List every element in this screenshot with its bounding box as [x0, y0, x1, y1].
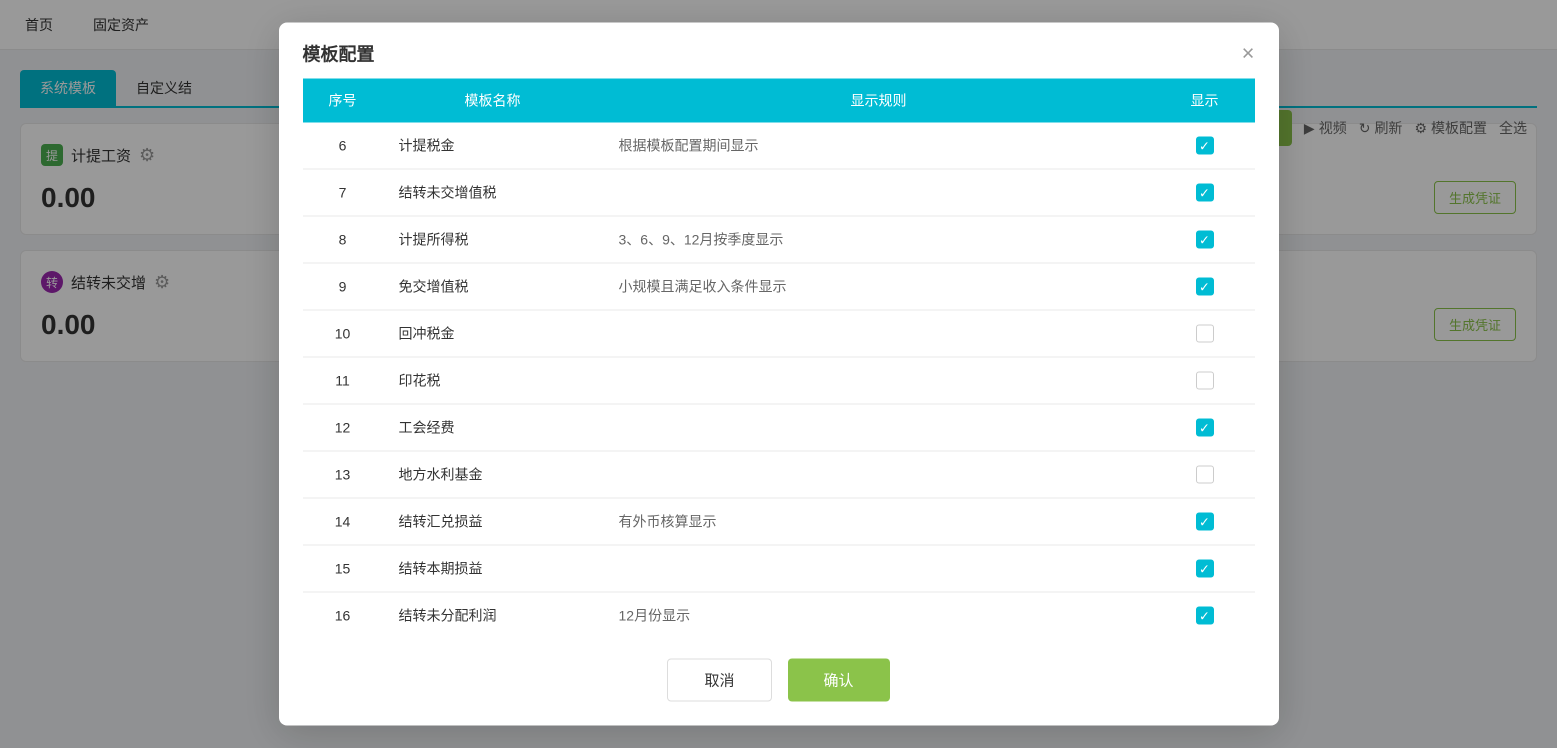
- cell-name: 结转汇兑损益: [383, 498, 603, 545]
- cell-seq: 7: [303, 169, 383, 216]
- cell-seq: 13: [303, 451, 383, 498]
- table-row: 9免交增值税小规模且满足收入条件显示: [303, 263, 1255, 310]
- cell-rule: [603, 169, 1155, 216]
- modal-body: 序号 模板名称 显示规则 显示 6计提税金根据模板配置期间显示7结转未交增值税8…: [279, 79, 1279, 639]
- checkbox-row-6[interactable]: [1196, 419, 1214, 437]
- checkbox-row-1[interactable]: [1196, 184, 1214, 202]
- cell-seq: 16: [303, 592, 383, 639]
- cell-name: 计提税金: [383, 123, 603, 170]
- cell-checkbox[interactable]: [1155, 216, 1255, 263]
- cell-checkbox[interactable]: [1155, 592, 1255, 639]
- cell-checkbox[interactable]: [1155, 545, 1255, 592]
- cell-seq: 14: [303, 498, 383, 545]
- cell-rule: [603, 404, 1155, 451]
- cell-rule: 有外币核算显示: [603, 498, 1155, 545]
- cell-checkbox[interactable]: [1155, 498, 1255, 545]
- table-row: 14结转汇兑损益有外币核算显示: [303, 498, 1255, 545]
- cell-name: 回冲税金: [383, 310, 603, 357]
- config-table: 序号 模板名称 显示规则 显示 6计提税金根据模板配置期间显示7结转未交增值税8…: [303, 79, 1255, 639]
- table-row: 12工会经费: [303, 404, 1255, 451]
- col-header-name: 模板名称: [383, 79, 603, 123]
- cell-seq: 11: [303, 357, 383, 404]
- cell-checkbox[interactable]: [1155, 404, 1255, 451]
- col-header-seq: 序号: [303, 79, 383, 123]
- cell-name: 计提所得税: [383, 216, 603, 263]
- table-row: 8计提所得税3、6、9、12月按季度显示: [303, 216, 1255, 263]
- cell-seq: 10: [303, 310, 383, 357]
- table-body: 6计提税金根据模板配置期间显示7结转未交增值税8计提所得税3、6、9、12月按季…: [303, 123, 1255, 639]
- checkbox-row-7[interactable]: [1196, 466, 1214, 484]
- table-row: 13地方水利基金: [303, 451, 1255, 498]
- table-row: 16结转未分配利润12月份显示: [303, 592, 1255, 639]
- checkbox-row-8[interactable]: [1196, 513, 1214, 531]
- checkbox-row-4[interactable]: [1196, 325, 1214, 343]
- confirm-button[interactable]: 确认: [788, 659, 890, 702]
- cell-seq: 9: [303, 263, 383, 310]
- cell-seq: 15: [303, 545, 383, 592]
- cell-seq: 6: [303, 123, 383, 170]
- cell-checkbox[interactable]: [1155, 123, 1255, 170]
- col-header-rule: 显示规则: [603, 79, 1155, 123]
- modal-template-config: 模板配置 × 序号 模板名称 显示规则 显示 6计提税金根据模板配置期间显示7结…: [279, 23, 1279, 726]
- cell-rule: 12月份显示: [603, 592, 1155, 639]
- cell-rule: 根据模板配置期间显示: [603, 123, 1155, 170]
- cell-rule: [603, 357, 1155, 404]
- cell-rule: [603, 310, 1155, 357]
- cell-seq: 12: [303, 404, 383, 451]
- modal-header: 模板配置 ×: [279, 23, 1279, 79]
- table-row: 7结转未交增值税: [303, 169, 1255, 216]
- cell-rule: [603, 451, 1155, 498]
- table-scroll-container[interactable]: 序号 模板名称 显示规则 显示 6计提税金根据模板配置期间显示7结转未交增值税8…: [303, 79, 1255, 639]
- cell-rule: [603, 545, 1155, 592]
- modal-footer: 取消 确认: [279, 639, 1279, 726]
- table-row: 15结转本期损益: [303, 545, 1255, 592]
- cell-checkbox[interactable]: [1155, 263, 1255, 310]
- checkbox-row-0[interactable]: [1196, 137, 1214, 155]
- cell-rule: 3、6、9、12月按季度显示: [603, 216, 1155, 263]
- checkbox-row-9[interactable]: [1196, 560, 1214, 578]
- cell-seq: 8: [303, 216, 383, 263]
- checkbox-row-10[interactable]: [1196, 607, 1214, 625]
- cell-checkbox[interactable]: [1155, 451, 1255, 498]
- cell-checkbox[interactable]: [1155, 310, 1255, 357]
- cell-name: 结转本期损益: [383, 545, 603, 592]
- checkbox-row-5[interactable]: [1196, 372, 1214, 390]
- table-row: 11印花税: [303, 357, 1255, 404]
- cell-name: 工会经费: [383, 404, 603, 451]
- cell-checkbox[interactable]: [1155, 357, 1255, 404]
- cell-name: 结转未分配利润: [383, 592, 603, 639]
- cell-name: 地方水利基金: [383, 451, 603, 498]
- cell-name: 印花税: [383, 357, 603, 404]
- table-row: 10回冲税金: [303, 310, 1255, 357]
- cancel-button[interactable]: 取消: [667, 659, 771, 702]
- cell-name: 结转未交增值税: [383, 169, 603, 216]
- cell-checkbox[interactable]: [1155, 169, 1255, 216]
- checkbox-row-3[interactable]: [1196, 278, 1214, 296]
- modal-title: 模板配置: [303, 41, 375, 67]
- table-row: 6计提税金根据模板配置期间显示: [303, 123, 1255, 170]
- cell-rule: 小规模且满足收入条件显示: [603, 263, 1155, 310]
- cell-name: 免交增值税: [383, 263, 603, 310]
- table-header: 序号 模板名称 显示规则 显示: [303, 79, 1255, 123]
- checkbox-row-2[interactable]: [1196, 231, 1214, 249]
- modal-close-button[interactable]: ×: [1242, 43, 1255, 65]
- col-header-display: 显示: [1155, 79, 1255, 123]
